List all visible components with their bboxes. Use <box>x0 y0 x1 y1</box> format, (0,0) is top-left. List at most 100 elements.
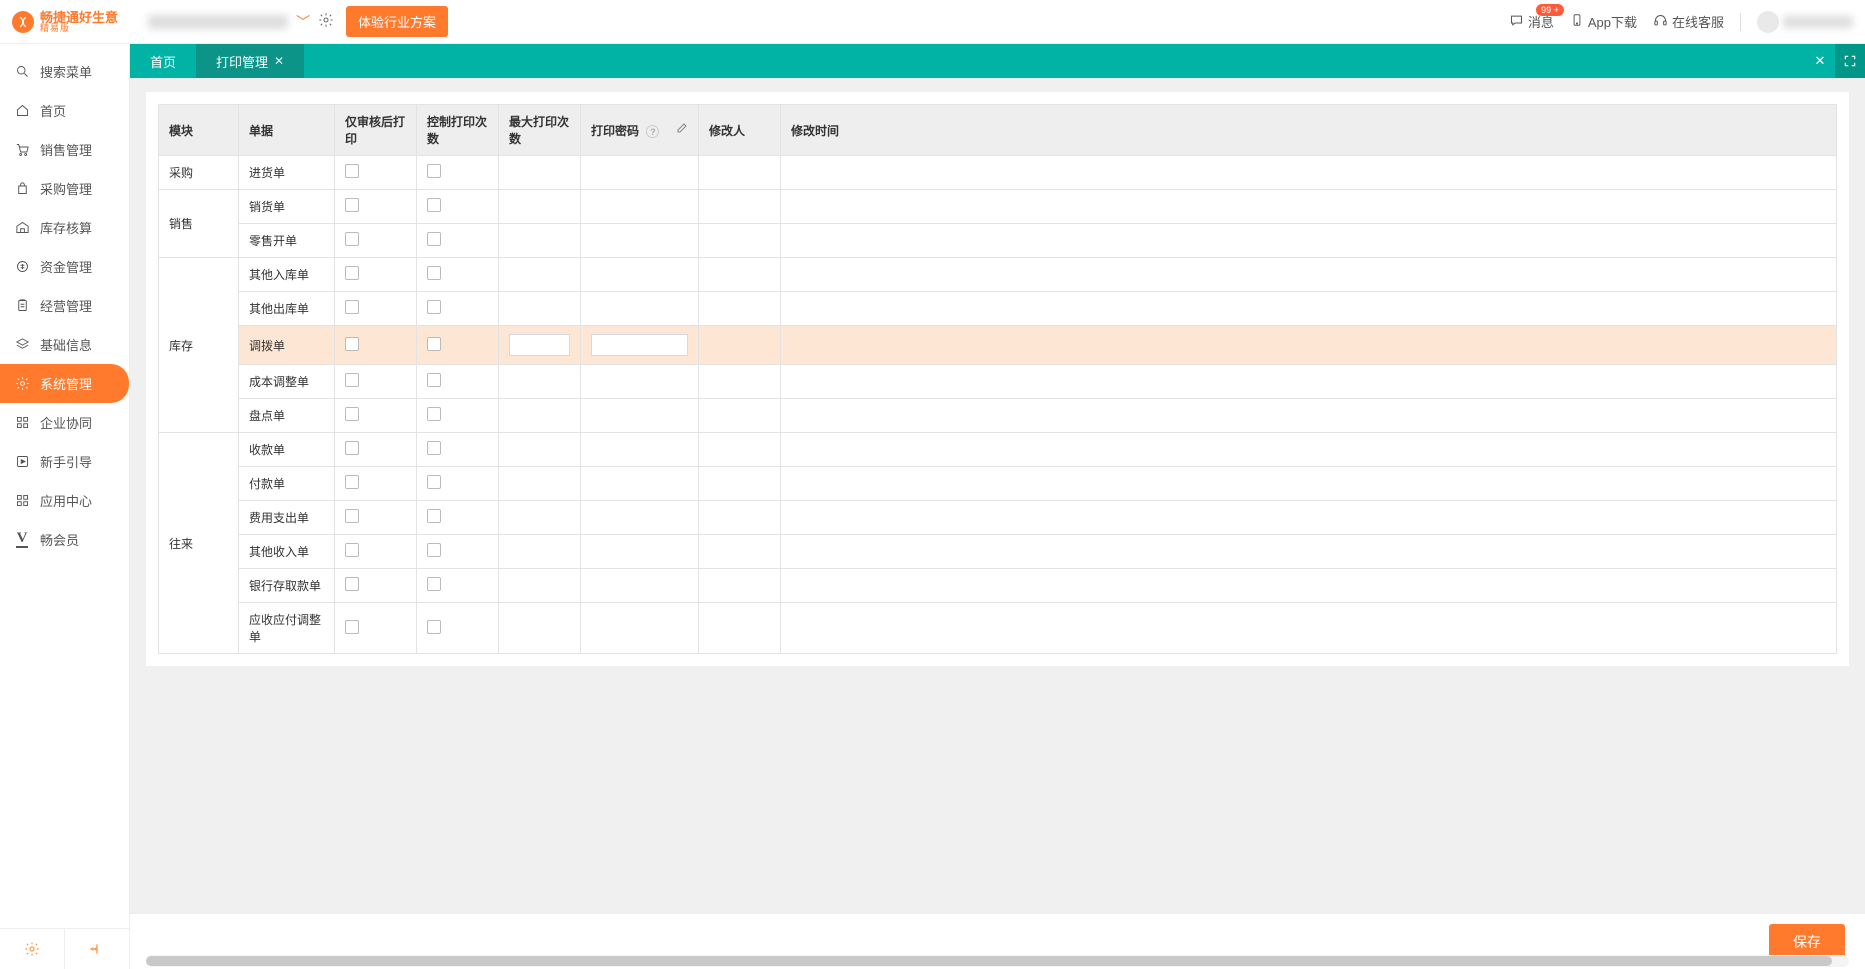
checkbox[interactable] <box>427 441 441 455</box>
sidebar-item-label: 采购管理 <box>40 179 92 198</box>
messages-link[interactable]: 消息 99 + <box>1509 12 1554 31</box>
modified-time-cell <box>781 292 1837 326</box>
org-selector[interactable]: ﹀ <box>148 12 310 32</box>
checkbox[interactable] <box>427 475 441 489</box>
control-count-cell <box>417 535 499 569</box>
horizontal-scrollbar[interactable] <box>146 955 1849 967</box>
checkbox[interactable] <box>345 373 359 387</box>
modifier-cell <box>699 603 781 654</box>
checkbox[interactable] <box>427 164 441 178</box>
table-row[interactable]: 付款单 <box>159 467 1837 501</box>
chat-icon <box>1509 13 1524 31</box>
sidebar-item-search-menu[interactable]: 搜索菜单 <box>0 52 129 91</box>
checkbox[interactable] <box>427 509 441 523</box>
doc-cell: 应收应付调整单 <box>239 603 335 654</box>
sidebar-item-inventory[interactable]: 库存核算 <box>0 208 129 247</box>
table-row[interactable]: 往来收款单 <box>159 433 1837 467</box>
table-row[interactable]: 其他收入单 <box>159 535 1837 569</box>
table-row[interactable]: 盘点单 <box>159 399 1837 433</box>
sidebar-item-label: 新手引导 <box>40 452 92 471</box>
checkbox[interactable] <box>345 475 359 489</box>
checkbox[interactable] <box>345 509 359 523</box>
sidebar-item-guide[interactable]: 新手引导 <box>0 442 129 481</box>
checkbox[interactable] <box>427 543 441 557</box>
checkbox[interactable] <box>345 407 359 421</box>
checkbox[interactable] <box>427 232 441 246</box>
sidebar-item-system[interactable]: 系统管理 <box>0 364 129 403</box>
checkbox[interactable] <box>345 232 359 246</box>
sidebar-item-operation[interactable]: 经营管理 <box>0 286 129 325</box>
checkbox[interactable] <box>345 620 359 634</box>
close-icon[interactable]: ✕ <box>274 54 284 68</box>
table-row[interactable]: 成本调整单 <box>159 365 1837 399</box>
max-print-cell <box>499 156 581 190</box>
max-print-cell <box>499 603 581 654</box>
sidebar-item-finance[interactable]: 资金管理 <box>0 247 129 286</box>
sidebar-item-sales[interactable]: 销售管理 <box>0 130 129 169</box>
table-row[interactable]: 库存其他入库单 <box>159 258 1837 292</box>
user-menu[interactable] <box>1757 11 1853 33</box>
after-audit-cell <box>335 501 417 535</box>
checkbox[interactable] <box>427 198 441 212</box>
org-settings-icon[interactable] <box>318 12 334 31</box>
table-row[interactable]: 其他出库单 <box>159 292 1837 326</box>
sidebar-item-purchase[interactable]: 采购管理 <box>0 169 129 208</box>
after-audit-cell <box>335 569 417 603</box>
table-row[interactable]: 费用支出单 <box>159 501 1837 535</box>
max-print-cell <box>499 433 581 467</box>
warehouse-icon <box>14 220 30 236</box>
edit-icon[interactable] <box>676 122 688 137</box>
collapse-button[interactable] <box>64 929 129 969</box>
checkbox[interactable] <box>345 198 359 212</box>
settings-button[interactable] <box>0 929 64 969</box>
modified-time-cell <box>781 433 1837 467</box>
sidebar-item-vip[interactable]: V畅会员 <box>0 520 129 559</box>
modifier-cell <box>699 535 781 569</box>
table-row[interactable]: 应收应付调整单 <box>159 603 1837 654</box>
tab-close-all[interactable]: ✕ <box>1805 44 1835 78</box>
control-count-cell <box>417 467 499 501</box>
table-row[interactable]: 零售开单 <box>159 224 1837 258</box>
table-row[interactable]: 调拨单 <box>159 326 1837 365</box>
checkbox[interactable] <box>427 373 441 387</box>
sidebar-item-collab[interactable]: 企业协同 <box>0 403 129 442</box>
checkbox[interactable] <box>427 620 441 634</box>
th-modifier: 修改人 <box>699 105 781 156</box>
support-link[interactable]: 在线客服 <box>1653 12 1724 31</box>
checkbox[interactable] <box>345 441 359 455</box>
help-icon[interactable]: ? <box>646 125 659 138</box>
checkbox[interactable] <box>345 337 359 351</box>
sidebar-item-label: 系统管理 <box>40 374 92 393</box>
after-audit-cell <box>335 190 417 224</box>
checkbox[interactable] <box>427 300 441 314</box>
sidebar-item-apps[interactable]: 应用中心 <box>0 481 129 520</box>
checkbox[interactable] <box>427 266 441 280</box>
checkbox[interactable] <box>427 577 441 591</box>
tab-打印管理[interactable]: 打印管理✕ <box>196 44 304 78</box>
checkbox[interactable] <box>427 407 441 421</box>
tab-首页[interactable]: 首页 <box>130 44 196 78</box>
bag-icon <box>14 181 30 197</box>
checkbox[interactable] <box>345 300 359 314</box>
modifier-cell <box>699 399 781 433</box>
table-row[interactable]: 银行存取款单 <box>159 569 1837 603</box>
after-audit-cell <box>335 365 417 399</box>
max-print-input[interactable] <box>509 334 570 356</box>
table-row[interactable]: 采购进货单 <box>159 156 1837 190</box>
fullscreen-button[interactable] <box>1835 44 1865 78</box>
table-row[interactable]: 销售销货单 <box>159 190 1837 224</box>
app-download-link[interactable]: App下载 <box>1570 12 1637 31</box>
checkbox[interactable] <box>345 577 359 591</box>
sidebar-item-basic[interactable]: 基础信息 <box>0 325 129 364</box>
checkbox[interactable] <box>427 337 441 351</box>
sidebar-item-home[interactable]: 首页 <box>0 91 129 130</box>
checkbox[interactable] <box>345 543 359 557</box>
cta-button[interactable]: 体验行业方案 <box>346 6 448 37</box>
max-print-cell <box>499 467 581 501</box>
after-audit-cell <box>335 603 417 654</box>
module-cell: 往来 <box>159 433 239 654</box>
password-input[interactable] <box>591 334 688 356</box>
checkbox[interactable] <box>345 266 359 280</box>
checkbox[interactable] <box>345 164 359 178</box>
password-cell <box>581 258 699 292</box>
